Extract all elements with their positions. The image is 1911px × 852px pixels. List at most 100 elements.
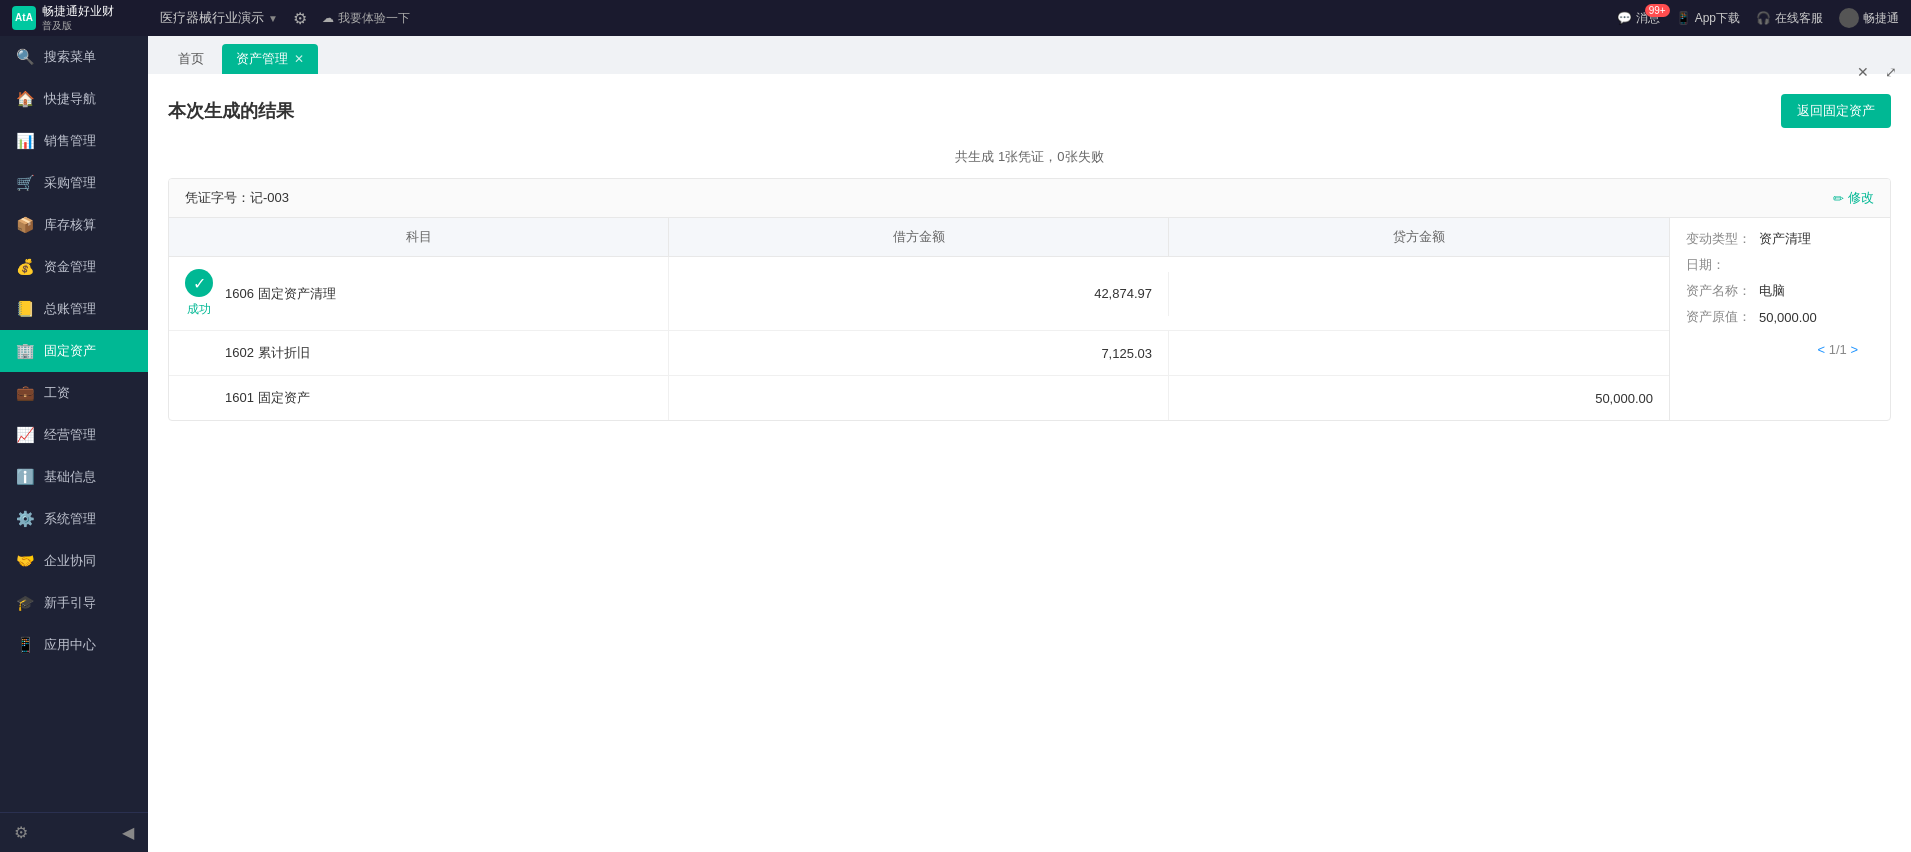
success-circle-icon: ✓	[185, 269, 213, 297]
col-credit: 贷方金额	[1169, 218, 1669, 256]
edit-voucher-button[interactable]: ✏ 修改	[1833, 189, 1874, 207]
sidebar-item-quick-nav[interactable]: 🏠 快捷导航	[0, 78, 148, 120]
sidebar-label-purchase: 采购管理	[44, 174, 96, 192]
collapse-sidebar-icon[interactable]: ◀	[122, 823, 134, 842]
asset-name-row: 资产名称： 电脑	[1686, 282, 1874, 300]
sidebar-item-basic-info[interactable]: ℹ️ 基础信息	[0, 456, 148, 498]
experience-icon: ☁	[322, 11, 334, 25]
cell-row2-subject: 1602 累计折旧	[169, 331, 669, 375]
sales-icon: 📊	[16, 132, 34, 150]
settings-icon[interactable]: ⚙	[286, 4, 314, 32]
tab-label-asset-mgmt: 资产管理	[236, 50, 288, 68]
panel-controls: ✕ ⤢	[1843, 56, 1911, 88]
notifications-button[interactable]: 💬 消息 99+	[1617, 10, 1660, 27]
sidebar-item-finance[interactable]: 💰 资金管理	[0, 246, 148, 288]
tab-home[interactable]: 首页	[164, 44, 218, 74]
sidebar: 🔍 搜索菜单 🏠 快捷导航 📊 销售管理 🛒 采购管理 📦 库存核算 💰	[0, 36, 148, 852]
cell-row2-debit: 7,125.03	[669, 331, 1169, 375]
sidebar-item-general-ledger[interactable]: 📒 总账管理	[0, 288, 148, 330]
operations-icon: 📈	[16, 426, 34, 444]
online-service-label: 在线客服	[1775, 10, 1823, 27]
edit-label: 修改	[1848, 189, 1874, 207]
subject-1601: 1601 固定资产	[225, 389, 310, 407]
col-subject: 科目	[169, 218, 669, 256]
asset-name-value: 电脑	[1759, 282, 1785, 300]
sidebar-label-enterprise: 企业协同	[44, 552, 96, 570]
experience-button[interactable]: ☁ 我要体验一下	[322, 10, 410, 27]
sidebar-label-basic-info: 基础信息	[44, 468, 96, 486]
cell-row1-subject: ✓ 成功 1606 固定资产清理	[169, 257, 669, 330]
bottom-settings-icon[interactable]: ⚙	[14, 823, 28, 842]
sidebar-label-payroll: 工资	[44, 384, 70, 402]
subject-1606: 1606 固定资产清理	[225, 285, 336, 303]
nav-bar: 医疗器械行业演示 ▼ ⚙ ☁ 我要体验一下	[160, 4, 1617, 32]
date-label: 日期：	[1686, 256, 1725, 274]
headset-icon: 🎧	[1756, 11, 1771, 25]
sidebar-label-fixed-assets: 固定资产	[44, 342, 96, 360]
asset-value-row: 资产原值： 50,000.00	[1686, 308, 1874, 326]
app-download-label: App下载	[1695, 10, 1740, 27]
voucher-body: 科目 借方金额 贷方金额 ✓ 成功 1606 固定资产清理	[169, 218, 1890, 420]
change-type-value: 资产清理	[1759, 230, 1811, 248]
logo-abbr-text: AtA	[15, 12, 33, 23]
search-icon: 🔍	[16, 48, 34, 66]
ledger-icon: 📒	[16, 300, 34, 318]
sidebar-item-purchase[interactable]: 🛒 采购管理	[0, 162, 148, 204]
page-content: 本次生成的结果 返回固定资产 共生成 1张凭证，0张失败 凭证字号：记-003 …	[148, 74, 1911, 852]
voucher-number: 凭证字号：记-003	[185, 189, 289, 207]
cell-row1-debit: 42,874.97	[669, 272, 1169, 316]
tab-bar: 首页 资产管理 ✕	[148, 36, 1911, 74]
return-fixed-assets-button[interactable]: 返回固定资产	[1781, 94, 1891, 128]
company-selector[interactable]: 医疗器械行业演示 ▼	[160, 9, 278, 27]
sidebar-item-operations[interactable]: 📈 经营管理	[0, 414, 148, 456]
finance-icon: 💰	[16, 258, 34, 276]
sidebar-item-fixed-assets[interactable]: 🏢 固定资产	[0, 330, 148, 372]
date-row: 日期：	[1686, 256, 1874, 274]
cell-row3-debit	[669, 376, 1169, 420]
sidebar-item-inventory[interactable]: 📦 库存核算	[0, 204, 148, 246]
expand-panel-button[interactable]: ⤢	[1879, 60, 1903, 84]
sidebar-item-payroll[interactable]: 💼 工资	[0, 372, 148, 414]
page-title: 本次生成的结果	[168, 99, 294, 123]
home-icon: 🏠	[16, 90, 34, 108]
user-menu-button[interactable]: 畅捷通	[1839, 8, 1899, 28]
cell-row1-credit	[1169, 272, 1669, 316]
message-icon: 💬	[1617, 11, 1632, 25]
logo-icon: AtA	[12, 6, 36, 30]
sidebar-item-enterprise[interactable]: 🤝 企业协同	[0, 540, 148, 582]
sidebar-item-search[interactable]: 🔍 搜索菜单	[0, 36, 148, 78]
tab-close-icon[interactable]: ✕	[294, 53, 304, 65]
logo-sub-text: 普及版	[42, 19, 114, 33]
success-label: 成功	[187, 301, 211, 318]
sidebar-item-sales[interactable]: 📊 销售管理	[0, 120, 148, 162]
sidebar-label-sales: 销售管理	[44, 132, 96, 150]
sidebar-label-search: 搜索菜单	[44, 48, 96, 66]
sidebar-item-system[interactable]: ⚙️ 系统管理	[0, 498, 148, 540]
enterprise-icon: 🤝	[16, 552, 34, 570]
close-panel-button[interactable]: ✕	[1851, 60, 1875, 84]
next-page-button[interactable]: >	[1850, 342, 1858, 357]
page-indicator: 1/1	[1829, 342, 1851, 357]
col-debit: 借方金额	[669, 218, 1169, 256]
prev-page-button[interactable]: <	[1818, 342, 1826, 357]
user-avatar-icon	[1839, 8, 1859, 28]
payroll-icon: 💼	[16, 384, 34, 402]
sidebar-bottom: ⚙ ◀	[0, 812, 148, 852]
table-header: 科目 借方金额 贷方金额	[169, 218, 1669, 257]
table-row: 1602 累计折旧 7,125.03	[169, 331, 1669, 376]
change-type-label: 变动类型：	[1686, 230, 1751, 248]
online-service-button[interactable]: 🎧 在线客服	[1756, 10, 1823, 27]
sidebar-item-guide[interactable]: 🎓 新手引导	[0, 582, 148, 624]
logo-area: AtA 畅捷通好业财 普及版	[12, 3, 160, 34]
guide-icon: 🎓	[16, 594, 34, 612]
voucher-header: 凭证字号：记-003 ✏ 修改	[169, 179, 1890, 218]
phone-icon: 📱	[1676, 11, 1691, 25]
main-layout: 🔍 搜索菜单 🏠 快捷导航 📊 销售管理 🛒 采购管理 📦 库存核算 💰	[0, 36, 1911, 852]
app-center-icon: 📱	[16, 636, 34, 654]
app-download-button[interactable]: 📱 App下载	[1676, 10, 1740, 27]
sidebar-item-app-center[interactable]: 📱 应用中心	[0, 624, 148, 666]
user-name: 畅捷通	[1863, 10, 1899, 27]
system-icon: ⚙️	[16, 510, 34, 528]
sidebar-label-system: 系统管理	[44, 510, 96, 528]
tab-asset-management[interactable]: 资产管理 ✕	[222, 44, 318, 74]
